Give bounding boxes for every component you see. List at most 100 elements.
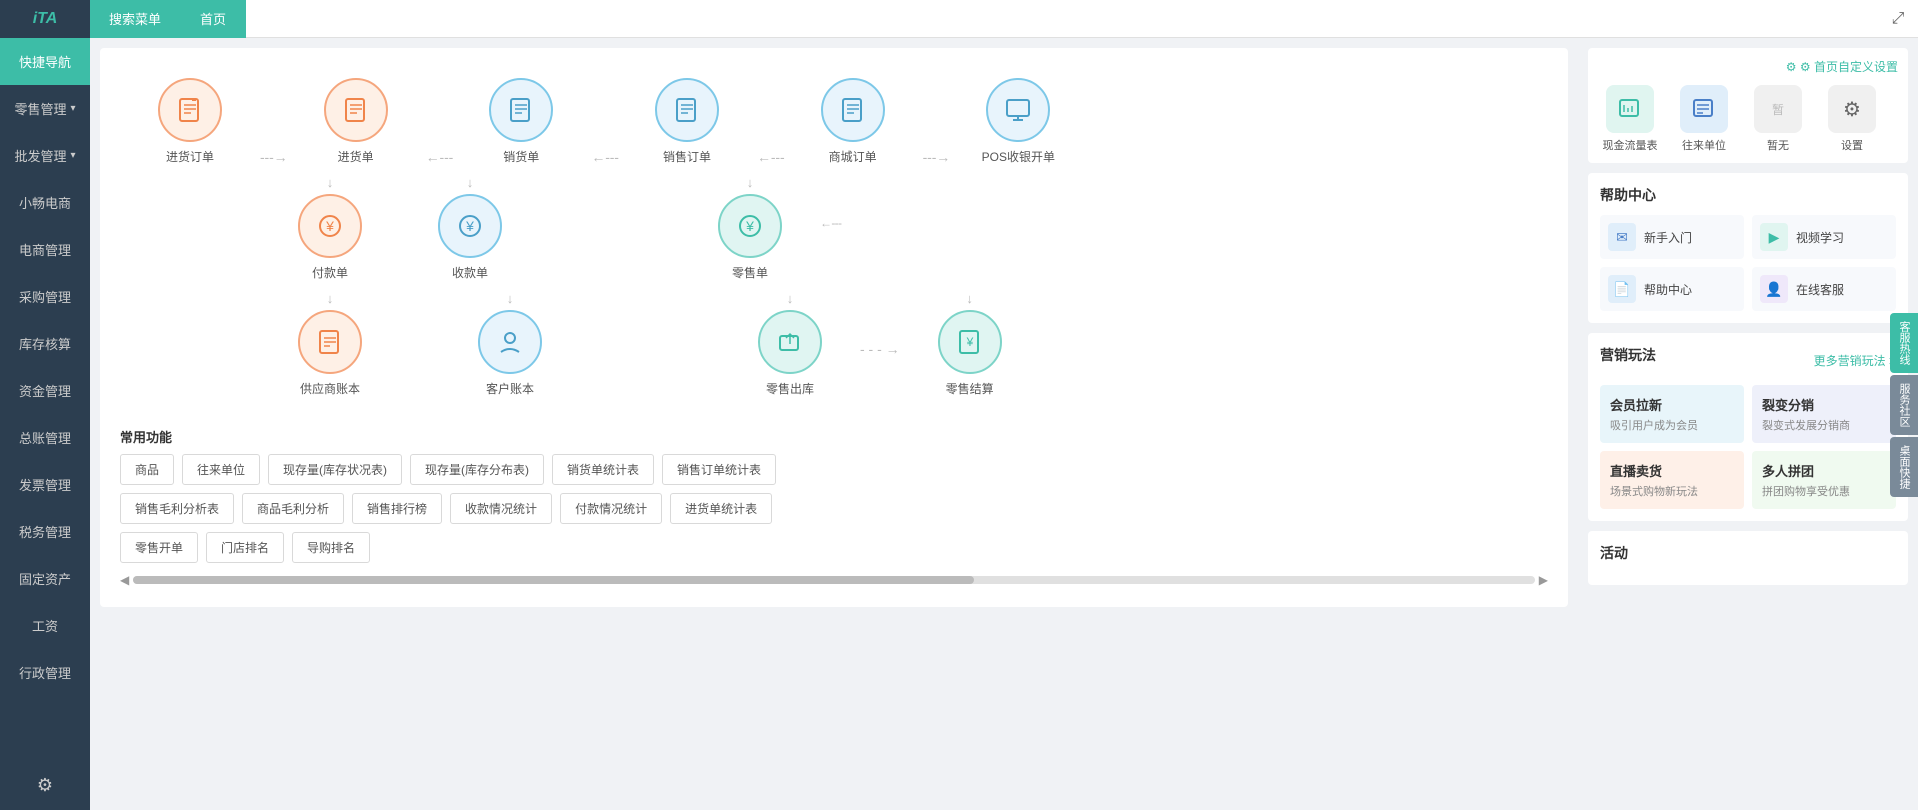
- sidebar-item-finance[interactable]: 资金管理: [0, 367, 90, 414]
- quick-icon-partners[interactable]: 往来单位: [1672, 85, 1736, 153]
- func-btn-profit2[interactable]: 商品毛利分析: [242, 493, 344, 524]
- flow-node-retail-out[interactable]: ↓ 零售出库: [720, 287, 860, 397]
- more-marketing-link[interactable]: 更多营销玩法 >: [1814, 352, 1896, 369]
- service-label: 在线客服: [1796, 281, 1844, 298]
- sidebar-item-admin[interactable]: 行政管理: [0, 649, 90, 696]
- arrow-v-mall-retail: ↓: [747, 175, 754, 190]
- group-title: 多人拼团: [1762, 461, 1886, 480]
- func-btn-receipt-stat[interactable]: 收款情况统计: [450, 493, 552, 524]
- func-btn-guide-rank[interactable]: 导购排名: [292, 532, 370, 563]
- quick-icon-none[interactable]: 暂 暂无: [1746, 85, 1810, 153]
- help-item-beginner[interactable]: ✉ 新手入门: [1600, 215, 1744, 259]
- scroll-track[interactable]: [133, 576, 1535, 584]
- func-btn-stock1[interactable]: 现存量(库存状况表): [268, 454, 402, 485]
- tab-home[interactable]: 首页: [180, 0, 246, 38]
- func-btn-store-rank[interactable]: 门店排名: [206, 532, 284, 563]
- video-icon: ▶: [1760, 223, 1788, 251]
- func-btn-payment-stat[interactable]: 付款情况统计: [560, 493, 662, 524]
- func-btn-profit1[interactable]: 销售毛利分析表: [120, 493, 234, 524]
- settings-icon-box: ⚙: [1828, 85, 1876, 133]
- search-menu-button[interactable]: 搜索菜单: [90, 0, 180, 38]
- flow-node-customer-account[interactable]: ↓ 客户账本: [440, 287, 580, 397]
- sidebar-item-invoice[interactable]: 发票管理: [0, 461, 90, 508]
- sidebar-gear-button[interactable]: ⚙: [0, 761, 90, 810]
- pos-label: POS收银开单: [982, 148, 1055, 165]
- flow-node-pos[interactable]: POS收银开单: [948, 78, 1088, 165]
- sidebar-item-ecommerce-mgmt[interactable]: 电商管理: [0, 226, 90, 273]
- sidebar-item-retail[interactable]: 零售管理 ▾: [0, 85, 90, 132]
- func-btn-sales-stat[interactable]: 销货单统计表: [552, 454, 654, 485]
- scroll-left-arrow[interactable]: ◀: [120, 573, 129, 587]
- quick-access-settings[interactable]: ⚙ ⚙ 首页自定义设置: [1598, 58, 1898, 75]
- spacer-2: [540, 171, 680, 281]
- sidebar-item-label: 小畅电商: [19, 193, 71, 212]
- sidebar-item-quick-nav[interactable]: 快捷导航: [0, 38, 90, 85]
- sidebar-item-label: 批发管理: [14, 146, 66, 165]
- scroll-thumb: [133, 576, 974, 584]
- marketing-item-member[interactable]: 会员拉新 吸引用户成为会员: [1600, 385, 1744, 443]
- marketing-item-group[interactable]: 多人拼团 拼团购物享受优惠: [1752, 451, 1896, 509]
- sidebar-item-label: 快捷导航: [19, 52, 71, 71]
- sidebar-item-ecommerce-small[interactable]: 小畅电商: [0, 179, 90, 226]
- partners-label: 往来单位: [1682, 137, 1726, 153]
- sidebar-item-purchase[interactable]: 采购管理: [0, 273, 90, 320]
- func-btn-ranking[interactable]: 销售排行榜: [352, 493, 442, 524]
- sidebar-item-inventory[interactable]: 库存核算: [0, 320, 90, 367]
- spacer-6: [580, 287, 720, 397]
- help-item-help[interactable]: 📄 帮助中心: [1600, 267, 1744, 311]
- help-center-section: 帮助中心 ✉ 新手入门 ▶ 视频学习 📄 帮助中心 👤: [1588, 173, 1908, 323]
- flow-node-purchase-order[interactable]: 进货订单: [120, 78, 260, 165]
- sidebar-item-salary[interactable]: 工资: [0, 602, 90, 649]
- flow-node-retail-bill[interactable]: ↓ ¥ 零售单: [680, 171, 820, 281]
- flow-node-sales-order[interactable]: 销售订单: [617, 78, 757, 165]
- scroll-right-arrow[interactable]: ▶: [1539, 573, 1548, 587]
- partners-icon-box: [1680, 85, 1728, 133]
- float-btn-community[interactable]: 服务社区: [1890, 375, 1918, 435]
- help-icon-item: 📄: [1608, 275, 1636, 303]
- sidebar-item-label: 行政管理: [19, 663, 71, 682]
- flow-node-payment[interactable]: ↓ ¥ 付款单: [260, 171, 400, 281]
- member-sub: 吸引用户成为会员: [1610, 417, 1734, 433]
- flow-node-sales-bill[interactable]: 销货单: [451, 78, 591, 165]
- func-btn-purchase-stat[interactable]: 进货单统计表: [670, 493, 772, 524]
- flow-node-retail-settle[interactable]: ↓ ¥ 零售结算: [900, 287, 1040, 397]
- flow-node-supplier-account[interactable]: ↓ 供应商账本: [260, 287, 400, 397]
- flow-node-mall-order[interactable]: 商城订单: [783, 78, 923, 165]
- marketing-item-fission[interactable]: 裂变分销 裂变式发展分销商: [1752, 385, 1896, 443]
- func-btn-retail-order[interactable]: 零售开单: [120, 532, 198, 563]
- help-item-video[interactable]: ▶ 视频学习: [1752, 215, 1896, 259]
- arrow-v-payment-supplier: ↓: [327, 291, 334, 306]
- flow-row3-area: ↓ 供应商账本 ↓: [120, 287, 1548, 397]
- spacer-1: [120, 171, 260, 281]
- func-btn-partners[interactable]: 往来单位: [182, 454, 260, 485]
- help-item-service[interactable]: 👤 在线客服: [1752, 267, 1896, 311]
- cashflow-label: 现金流量表: [1603, 137, 1658, 153]
- sidebar-item-wholesale[interactable]: 批发管理 ▾: [0, 132, 90, 179]
- marketing-item-live[interactable]: 直播卖货 场景式购物新玩法: [1600, 451, 1744, 509]
- sidebar-bottom: ⚙: [0, 761, 90, 810]
- sidebar-item-tax[interactable]: 税务管理: [0, 508, 90, 555]
- sidebar-item-ledger[interactable]: 总账管理: [0, 414, 90, 461]
- func-btn-order-stat[interactable]: 销售订单统计表: [662, 454, 776, 485]
- sidebar-item-label: 税务管理: [19, 522, 71, 541]
- sidebar-item-assets[interactable]: 固定资产: [0, 555, 90, 602]
- float-btn-desktop[interactable]: 桌面快捷: [1890, 437, 1918, 497]
- customer-account-label: 客户账本: [486, 380, 534, 397]
- sidebar-item-label: 电商管理: [19, 240, 71, 259]
- func-btn-stock2[interactable]: 现存量(库存分布表): [410, 454, 544, 485]
- fullscreen-icon[interactable]: ⤢: [1888, 9, 1908, 29]
- quick-icon-cashflow[interactable]: 现金流量表: [1598, 85, 1662, 153]
- chevron-down-icon: ▾: [70, 103, 75, 114]
- quick-icon-settings[interactable]: ⚙ 设置: [1820, 85, 1884, 153]
- supplier-account-icon: [298, 310, 362, 374]
- flow-node-purchase-bill[interactable]: 进货单: [286, 78, 426, 165]
- none-icon-box: 暂: [1754, 85, 1802, 133]
- help-center-title: 帮助中心: [1600, 185, 1896, 205]
- func-buttons-row1: 商品 往来单位 现存量(库存状况表) 现存量(库存分布表) 销货单统计表 销售订…: [120, 454, 1548, 485]
- help-label: 帮助中心: [1644, 281, 1692, 298]
- sidebar-item-label: 总账管理: [19, 428, 71, 447]
- float-btn-service[interactable]: 客服热线: [1890, 313, 1918, 373]
- svg-text:¥: ¥: [745, 218, 754, 234]
- func-btn-goods[interactable]: 商品: [120, 454, 174, 485]
- flow-node-receipt[interactable]: ↓ ¥ 收款单: [400, 171, 540, 281]
